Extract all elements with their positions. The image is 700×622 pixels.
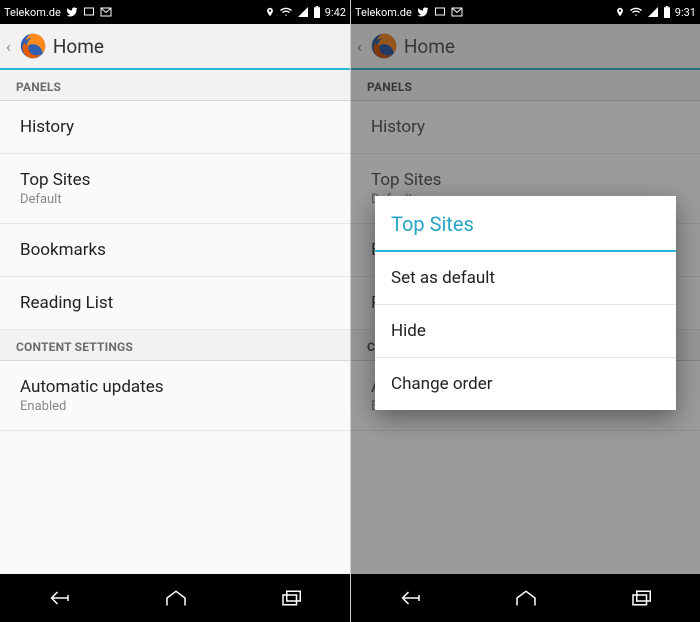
section-content-settings: CONTENT SETTINGS: [0, 330, 350, 361]
dialog-item-hide[interactable]: Hide: [375, 305, 676, 358]
app-header: ‹ Home: [351, 24, 700, 70]
carrier-label: Telekom.de: [4, 6, 61, 19]
signal-icon: [647, 6, 659, 18]
row-label: Top Sites: [20, 170, 330, 190]
section-panels: PANELS: [351, 70, 700, 101]
status-bar: Telekom.de 9:31: [351, 0, 700, 24]
twitter-icon: [416, 6, 430, 18]
battery-icon: [663, 6, 671, 18]
wifi-icon: [279, 6, 293, 18]
row-history[interactable]: History: [351, 101, 700, 154]
section-panels: PANELS: [0, 70, 350, 101]
carrier-label: Telekom.de: [355, 6, 412, 19]
mail-icon: [450, 6, 464, 18]
row-automatic-updates[interactable]: Automatic updates Enabled: [0, 361, 350, 431]
nav-recent-icon[interactable]: [630, 589, 654, 607]
app-header: ‹ Home: [0, 24, 350, 70]
screen-left: Telekom.de 9:42: [0, 0, 350, 622]
firefox-logo-icon[interactable]: [370, 32, 398, 60]
wifi-icon: [629, 6, 643, 18]
row-label: Automatic updates: [20, 377, 330, 397]
row-history[interactable]: History: [0, 101, 350, 154]
battery-icon: [313, 6, 321, 18]
row-top-sites[interactable]: Top Sites Default: [0, 154, 350, 224]
nav-bar: [0, 574, 350, 622]
dialog-item-set-default[interactable]: Set as default: [375, 252, 676, 305]
nav-home-icon[interactable]: [514, 589, 538, 607]
location-icon: [615, 6, 625, 18]
dialog-item-change-order[interactable]: Change order: [375, 358, 676, 410]
twitter-icon: [65, 6, 79, 18]
row-label: History: [20, 117, 330, 137]
nav-bar: [351, 574, 700, 622]
mail-icon: [99, 6, 113, 18]
dialog-title: Top Sites: [375, 196, 676, 252]
message-icon: [434, 6, 446, 18]
location-icon: [265, 6, 275, 18]
nav-back-icon[interactable]: [397, 589, 423, 607]
content-area: PANELS History Top Sites Default Bookmar…: [0, 70, 350, 574]
page-title: Home: [53, 35, 104, 58]
back-icon[interactable]: ‹: [357, 37, 364, 56]
back-icon[interactable]: ‹: [6, 37, 13, 56]
row-label: Top Sites: [371, 170, 680, 190]
nav-back-icon[interactable]: [46, 589, 72, 607]
clock-label: 9:31: [675, 6, 696, 19]
row-sublabel: Default: [20, 192, 330, 207]
nav-home-icon[interactable]: [164, 589, 188, 607]
row-label: Reading List: [20, 293, 330, 313]
row-label: Bookmarks: [20, 240, 330, 260]
signal-icon: [297, 6, 309, 18]
row-sublabel: Enabled: [20, 399, 330, 414]
nav-recent-icon[interactable]: [280, 589, 304, 607]
page-title: Home: [404, 35, 455, 58]
screen-right: Telekom.de 9:31: [350, 0, 700, 622]
message-icon: [83, 6, 95, 18]
firefox-logo-icon[interactable]: [19, 32, 47, 60]
context-menu-dialog: Top Sites Set as default Hide Change ord…: [375, 196, 676, 410]
clock-label: 9:42: [325, 6, 346, 19]
row-label: History: [371, 117, 680, 137]
row-bookmarks[interactable]: Bookmarks: [0, 224, 350, 277]
status-bar: Telekom.de 9:42: [0, 0, 350, 24]
row-reading-list[interactable]: Reading List: [0, 277, 350, 330]
